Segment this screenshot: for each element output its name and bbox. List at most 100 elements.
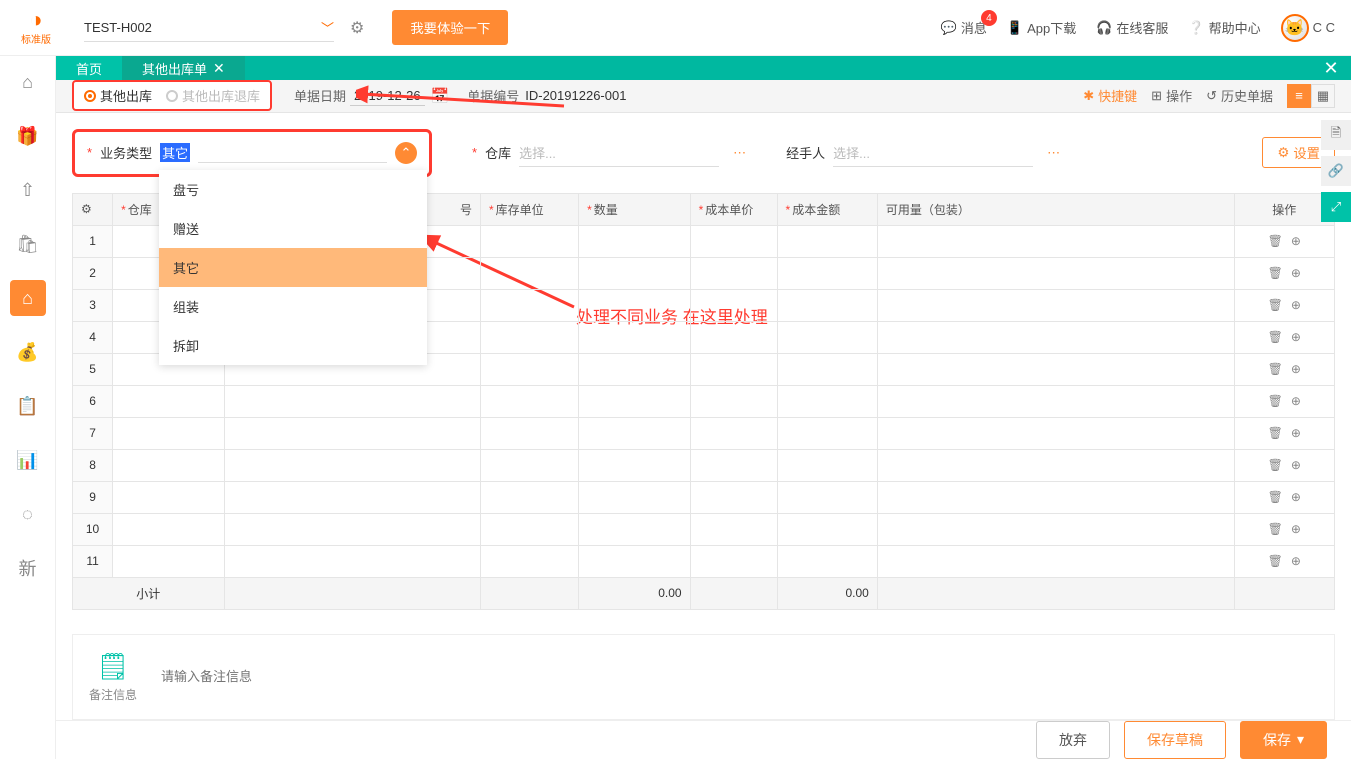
biz-type-value[interactable]: 其它 [160,143,190,162]
dd-item-assemble[interactable]: 组装 [159,287,427,326]
service-label: 在线客服 [1116,18,1168,37]
delete-icon[interactable]: 🗑 [1268,266,1283,280]
help-link[interactable]: ❔ 帮助中心 [1188,18,1260,37]
delete-icon[interactable]: 🗑 [1268,426,1283,440]
nav-sync[interactable]: ◌ [10,496,46,532]
messages-link[interactable]: 💬 消息 4 [941,18,987,37]
row-actions: 🗑⊕ [1234,417,1334,449]
table-row[interactable]: 11🗑⊕ [73,545,1335,577]
view-list[interactable]: ≡ [1287,84,1311,108]
delete-icon[interactable]: 🗑 [1268,330,1283,344]
row-actions: 🗑⊕ [1234,481,1334,513]
nav-up[interactable]: ⇧ [10,172,46,208]
nav-money[interactable]: 💰 [10,334,46,370]
grid-icon: ⊞ [1151,88,1162,104]
add-icon[interactable]: ⊕ [1291,522,1301,536]
delete-icon[interactable]: 🗑 [1268,234,1283,248]
delete-icon[interactable]: 🗑 [1268,362,1283,376]
chevron-down-icon: ▾ [1297,731,1304,748]
radio-out[interactable]: 其他出库 [84,86,152,105]
col-action: 操作 [1234,193,1334,225]
brand-logo: ◑ 标准版 [16,9,56,46]
tool-note[interactable]: 🗎 [1321,120,1351,150]
add-icon[interactable]: ⊕ [1291,298,1301,312]
delete-icon[interactable]: 🗑 [1268,490,1283,504]
nav-bag[interactable]: 🛍 [10,226,46,262]
dd-item-loss[interactable]: 盘亏 [159,170,427,209]
row-actions: 🗑⊕ [1234,353,1334,385]
row-index: 3 [73,289,113,321]
delete-icon[interactable]: 🗑 [1268,554,1283,568]
remark-input[interactable] [161,669,1318,684]
chevron-down-icon: ﹀ [321,18,334,37]
table-row[interactable]: 6🗑⊕ [73,385,1335,417]
close-icon[interactable]: ✕ [213,60,225,77]
tab-home[interactable]: 首页 [56,56,122,80]
radio-dot-icon [166,90,178,102]
col-available: 可用量（包装） [877,193,1234,225]
add-icon[interactable]: ⊕ [1291,490,1301,504]
nav-doc[interactable]: 📋 [10,388,46,424]
nav-gift[interactable]: 🎁 [10,118,46,154]
phone-icon: 📱 [1007,20,1023,36]
table-row[interactable]: 8 🗑 ⊕ [73,449,1335,481]
save-draft-button[interactable]: 保存草稿 [1124,721,1226,759]
add-icon[interactable]: ⊕ [1291,234,1301,248]
add-icon[interactable]: ⊕ [1291,426,1301,440]
delete-icon[interactable]: 🗑 [1268,458,1283,472]
wh-label: 仓库 [485,143,511,162]
more-icon[interactable]: ⋯ [1047,145,1060,161]
save-button[interactable]: 保存▾ [1240,721,1327,759]
handler-field[interactable]: 经手人 选择... ⋯ [786,137,1060,168]
gear-icon[interactable]: ⚙ [350,18,364,38]
more-icon[interactable]: ⋯ [733,145,746,161]
col-amount: *成本金额 [777,193,877,225]
date-label: 单据日期 [294,86,346,105]
col-gear[interactable]: ⚙ [73,193,113,225]
table-row[interactable]: 7🗑⊕ [73,417,1335,449]
calendar-icon[interactable]: 📅 [431,87,450,105]
business-type-box: * 业务类型 其它 ⌃ 盘亏 赠送 其它 组装 拆卸 [72,129,432,177]
delete-icon[interactable]: 🗑 [1268,394,1283,408]
tabs-close-all[interactable]: ✕ [1311,56,1351,80]
tool-link[interactable]: 🔗 [1321,156,1351,186]
operate-link[interactable]: ⊞操作 [1151,86,1192,105]
user-menu[interactable]: 🐱 C C [1281,14,1335,42]
nav-home[interactable]: ⌂ [10,64,46,100]
dd-item-disassemble[interactable]: 拆卸 [159,326,427,365]
nav-warehouse[interactable]: ⌂ [10,280,46,316]
table-row[interactable]: 10 🗑 ⊕ [73,513,1335,545]
chevron-up-icon[interactable]: ⌃ [395,142,417,164]
delete-icon[interactable]: 🗑 [1268,298,1283,312]
add-icon[interactable]: ⊕ [1291,394,1301,408]
radio-return[interactable]: 其他出库退库 [166,86,260,105]
discard-button[interactable]: 放弃 [1036,721,1110,759]
add-icon[interactable]: ⊕ [1291,362,1301,376]
nav-new[interactable]: 新 [10,550,46,586]
warehouse-field[interactable]: * 仓库 选择... ⋯ [472,137,746,168]
dd-item-other[interactable]: 其它 [159,248,427,287]
app-download-link[interactable]: 📱 App下载 [1007,18,1076,37]
tab-current[interactable]: 其他出库单 ✕ [122,56,245,80]
delete-icon[interactable]: 🗑 [1268,522,1283,536]
table-row[interactable]: 9🗑⊕ [73,481,1335,513]
add-icon[interactable]: ⊕ [1291,330,1301,344]
row-actions: 🗑⊕ [1234,225,1334,257]
message-icon: 💬 [941,20,957,36]
dd-item-gift[interactable]: 赠送 [159,209,427,248]
add-icon[interactable]: ⊕ [1291,554,1301,568]
row-index: 8 [73,449,113,481]
history-link[interactable]: ↺历史单据 [1206,86,1273,105]
nav-report[interactable]: 📊 [10,442,46,478]
row-index: 10 [73,513,113,545]
service-link[interactable]: 🎧 在线客服 [1096,18,1168,37]
row-actions: 🗑⊕ [1234,257,1334,289]
shortcut-link[interactable]: ✱快捷键 [1083,86,1137,105]
add-icon[interactable]: ⊕ [1291,458,1301,472]
view-grid[interactable]: ▦ [1311,84,1335,108]
tool-expand[interactable]: ⤢ [1321,192,1351,222]
org-selector[interactable]: TEST-H002 ﹀ [84,14,334,42]
date-value[interactable]: 2019-12-26 [350,86,425,106]
add-icon[interactable]: ⊕ [1291,266,1301,280]
try-button[interactable]: 我要体验一下 [392,10,508,45]
